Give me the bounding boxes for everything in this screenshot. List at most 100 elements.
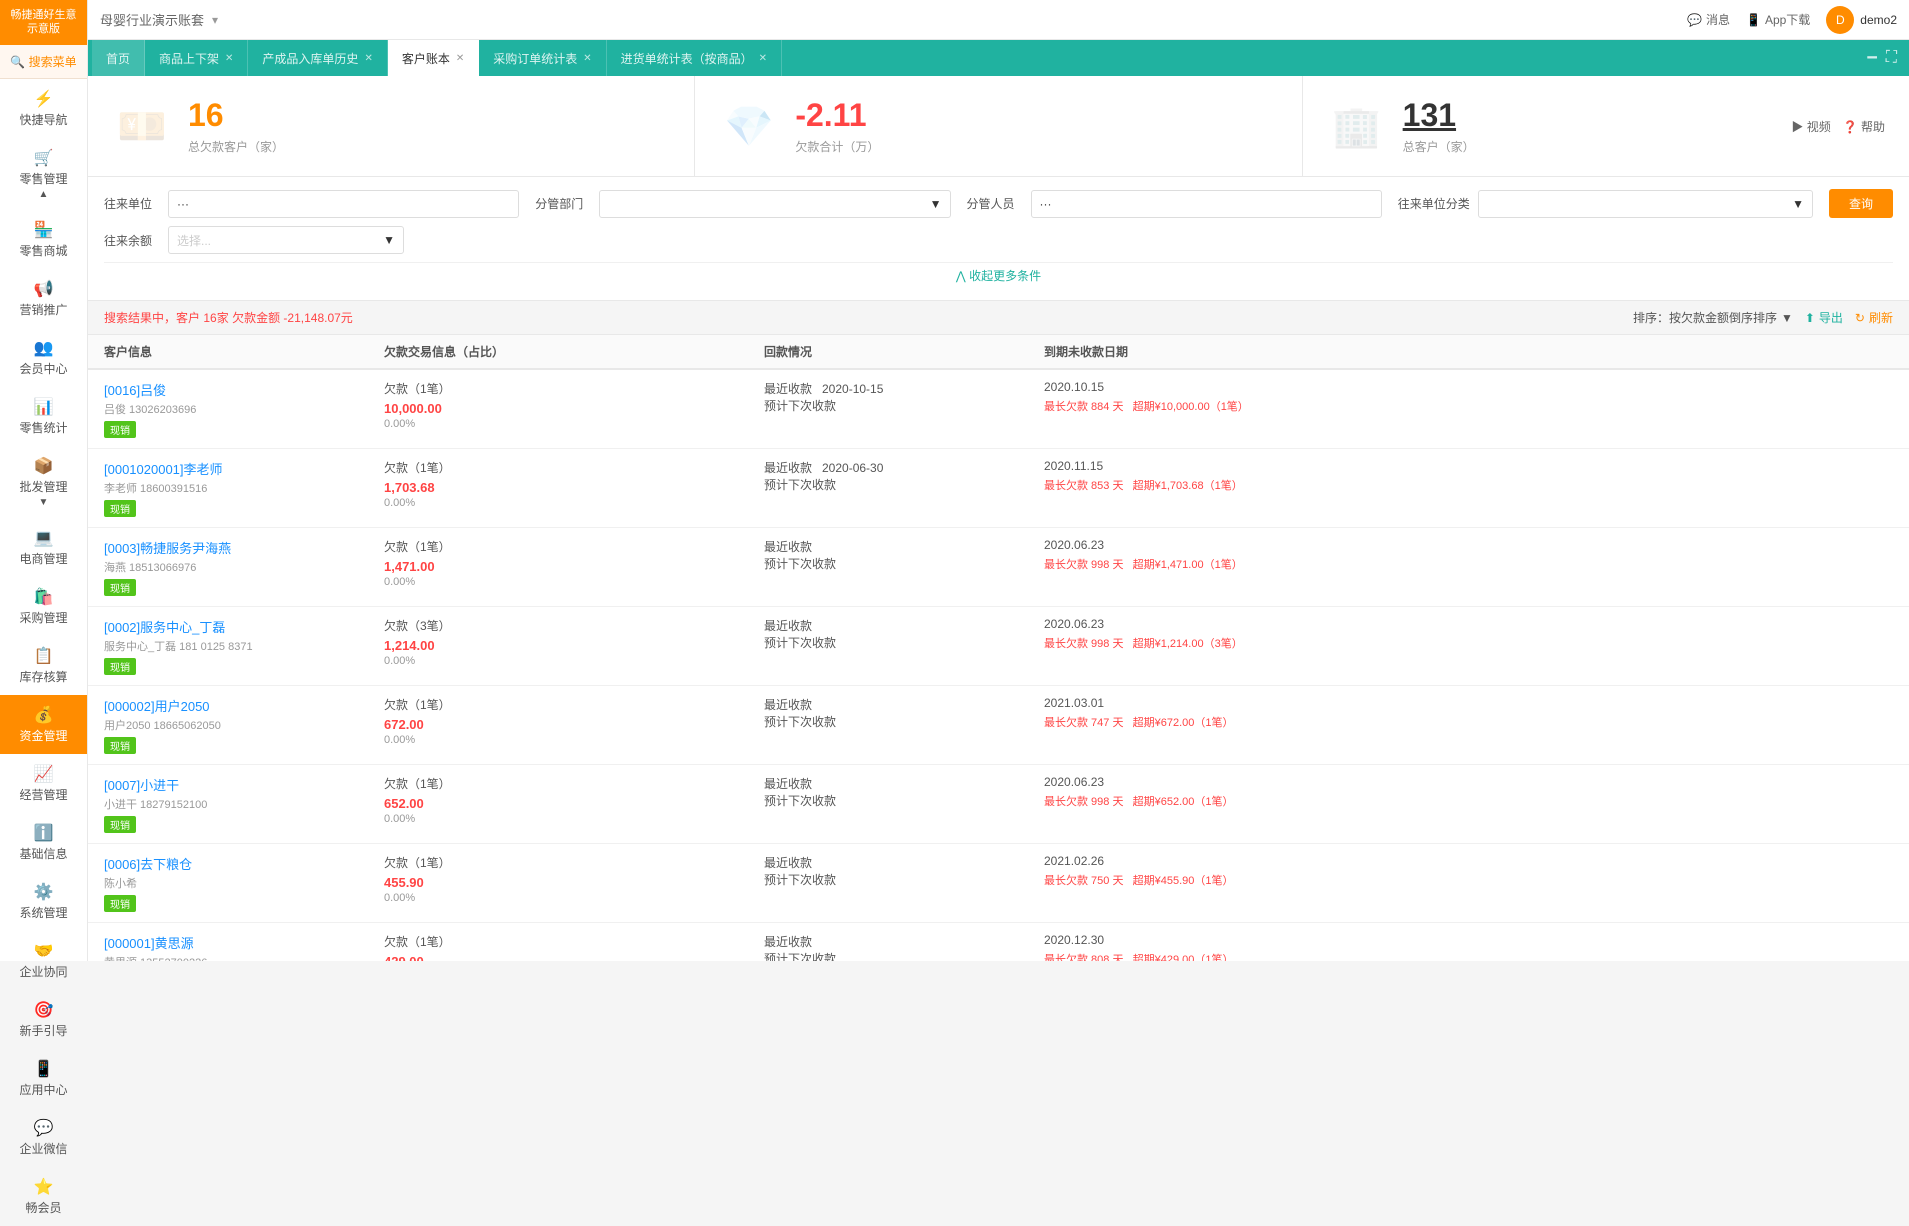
debt-percent-4: 0.00% [384, 734, 764, 746]
stat-number-3: 131 [1403, 97, 1475, 134]
customer-name-6[interactable]: [0006]去下粮仓 [104, 854, 384, 873]
customer-name-5[interactable]: [0007]小进干 [104, 775, 384, 794]
sidebar-item-batch-mgmt[interactable]: 📦 批发管理 ▼ [0, 446, 87, 518]
sidebar-search[interactable]: 🔍 搜索菜单 [0, 45, 87, 79]
tab-purchase-close[interactable]: ✕ [583, 53, 591, 64]
sidebar-item-corp-wechat[interactable]: 💬 企业微信 [0, 1108, 87, 1167]
building-icon: 🏢 [1327, 96, 1387, 156]
collapse-bar[interactable]: ⋀ 收起更多条件 [104, 262, 1893, 288]
collection-cell-6: 最近收款 预计下次收款 [764, 854, 1044, 888]
result-count: 16家 [203, 311, 228, 325]
refresh-btn[interactable]: ↻ 刷新 [1855, 309, 1893, 326]
collection-next-2: 预计下次收款 [764, 555, 1044, 572]
table-row: [000001]黄思源 黄思源 13552700226 现销 欠款（1笔） 42… [88, 923, 1909, 961]
sort-dropdown[interactable]: 排序：按欠款金额倒序排序 ▼ [1633, 309, 1793, 326]
sidebar-item-business[interactable]: 📈 经营管理 [0, 754, 87, 813]
sidebar-item-vip-member[interactable]: ⭐ 畅会员 [0, 1167, 87, 1226]
basic-icon: ℹ️ [34, 823, 54, 843]
video-btn[interactable]: ▶ 视频 [1791, 118, 1830, 135]
business-icon: 📈 [34, 764, 54, 784]
collection-next-3: 预计下次收款 [764, 634, 1044, 651]
tab-account-close[interactable]: ✕ [456, 53, 464, 64]
sidebar-item-ecommerce[interactable]: 💻 电商管理 [0, 518, 87, 577]
topbar: 母婴行业演示账套 ▾ 💬 消息 📱 App下载 D demo2 [88, 0, 1909, 40]
customer-name-4[interactable]: [000002]用户2050 [104, 696, 384, 715]
sidebar-item-retail-stats[interactable]: 📊 零售统计 [0, 387, 87, 446]
search-button[interactable]: 查询 [1829, 189, 1893, 218]
sidebar-item-capital[interactable]: 💰 资金管理 [0, 695, 87, 754]
debt-count-0: 欠款（1笔） [384, 380, 764, 397]
user-menu[interactable]: D demo2 [1826, 6, 1897, 34]
tabbar: 首页 商品上下架 ✕ 产成品入库单历史 ✕ 客户账本 ✕ 采购订单统计表 ✕ 进… [88, 40, 1909, 76]
sidebar-item-system[interactable]: ⚙️ 系统管理 [0, 872, 87, 931]
expire-overdue-1: 最长欠款 853 天 超期¥1,703.68（1笔） [1044, 477, 1893, 493]
tab-home[interactable]: 首页 [92, 40, 145, 76]
app-download-btn[interactable]: 📱 App下载 [1746, 11, 1810, 28]
tab-purchase[interactable]: 采购订单统计表 ✕ [479, 40, 606, 76]
debt-percent-0: 0.00% [384, 418, 764, 430]
tab-produce[interactable]: 产成品入库单历史 ✕ [248, 40, 387, 76]
stats-row: 💴 16 总欠款客户（家） 💎 -2.11 欠款合计（万） 🏢 131 总客户（… [88, 76, 1909, 177]
message-btn[interactable]: 💬 消息 [1687, 11, 1730, 28]
sidebar-item-quick-nav[interactable]: ⚡ 快捷导航 [0, 79, 87, 138]
tab-maximize-btn[interactable]: ⛶ [1886, 49, 1897, 67]
customer-name-3[interactable]: [0002]服务中心_丁磊 [104, 617, 384, 636]
sidebar-item-marketing[interactable]: 📢 营销推广 [0, 269, 87, 328]
corp-wechat-icon: 💬 [34, 1118, 54, 1138]
export-label: 导出 [1819, 309, 1843, 326]
tab-goods[interactable]: 商品上下架 ✕ [145, 40, 248, 76]
marketing-icon: 📢 [34, 279, 54, 299]
message-label: 消息 [1706, 11, 1730, 28]
retail-stats-label: 零售统计 [19, 419, 67, 436]
customer-name-7[interactable]: [000001]黄思源 [104, 933, 384, 952]
expire-cell-5: 2020.06.23 最长欠款 998 天 超期¥652.00（1笔） [1044, 775, 1893, 809]
debt-cell-2: 欠款（1笔） 1,471.00 0.00% [384, 538, 764, 588]
tab-minimize-btn[interactable]: 🗕 [1866, 45, 1877, 72]
tab-produce-close[interactable]: ✕ [364, 53, 372, 64]
sidebar-item-app-center[interactable]: 📱 应用中心 [0, 1049, 87, 1108]
tab-inbound[interactable]: 进货单统计表（按商品） ✕ [607, 40, 782, 76]
debt-amount-7: 429.00 [384, 954, 764, 961]
person-input[interactable]: ··· [1031, 190, 1382, 218]
expire-overdue-6: 最长欠款 750 天 超期¥455.90（1笔） [1044, 872, 1893, 888]
unit-class-arrow-icon: ▼ [1792, 197, 1804, 211]
sidebar-item-basic[interactable]: ℹ️ 基础信息 [0, 813, 87, 872]
unit-class-select[interactable]: ▼ [1478, 190, 1813, 218]
expire-date-5: 2020.06.23 [1044, 775, 1893, 789]
balance-select[interactable]: 选择... ▼ [168, 226, 404, 254]
sidebar-item-retail-mgmt[interactable]: 🛒 零售管理 ▲ [0, 138, 87, 210]
newbie-icon: 🎯 [34, 1000, 54, 1020]
table-row: [000002]用户2050 用户2050 18665062050 现销 欠款（… [88, 686, 1909, 765]
expire-overdue-0: 最长欠款 884 天 超期¥10,000.00（1笔） [1044, 398, 1893, 414]
app-download-label: App下载 [1765, 11, 1810, 28]
tab-inbound-close[interactable]: ✕ [759, 53, 767, 64]
tab-goods-close[interactable]: ✕ [225, 53, 233, 64]
help-btn[interactable]: ❓ 帮助 [1843, 118, 1885, 135]
sidebar-item-inventory[interactable]: 📋 库存核算 [0, 636, 87, 695]
debt-amount-6: 455.90 [384, 875, 764, 890]
batch-mgmt-icon: 📦 [34, 456, 54, 476]
sidebar-item-purchase[interactable]: 🛍️ 采购管理 [0, 577, 87, 636]
customer-name-2[interactable]: [0003]畅捷服务尹海燕 [104, 538, 384, 557]
customer-info-1: 李老师 18600391516 [104, 480, 384, 496]
customer-name-0[interactable]: [0016]吕俊 [104, 380, 384, 399]
collection-next-7: 预计下次收款 [764, 950, 1044, 961]
customer-info-0: 吕俊 13026203696 [104, 401, 384, 417]
export-btn[interactable]: ⬆ 导出 [1805, 309, 1843, 326]
customer-name-1[interactable]: [0001020001]李老师 [104, 459, 384, 478]
sidebar-item-member[interactable]: 👥 会员中心 [0, 328, 87, 387]
tab-account[interactable]: 客户账本 ✕ [388, 40, 479, 76]
sidebar-logo[interactable]: 畅捷通好生意 示意版 [0, 0, 87, 45]
sidebar-item-retail-mall[interactable]: 🏪 零售商城 [0, 210, 87, 269]
filter-person: 分管人员 ··· [967, 190, 1382, 218]
table-row: [0016]吕俊 吕俊 13026203696 现销 欠款（1笔） 10,000… [88, 370, 1909, 449]
purchase-label: 采购管理 [19, 609, 67, 626]
sidebar-item-newbie[interactable]: 🎯 新手引导 [0, 990, 87, 1049]
from-unit-input[interactable]: ··· [168, 190, 519, 218]
customer-tag-4: 现销 [104, 737, 136, 754]
dropdown-arrow-icon[interactable]: ▾ [212, 13, 218, 27]
collection-recent-6: 最近收款 [764, 854, 1044, 871]
dept-select[interactable]: ▼ [599, 190, 950, 218]
sidebar-item-enterprise[interactable]: 🤝 企业协同 [0, 931, 87, 990]
debt-amount-5: 652.00 [384, 796, 764, 811]
